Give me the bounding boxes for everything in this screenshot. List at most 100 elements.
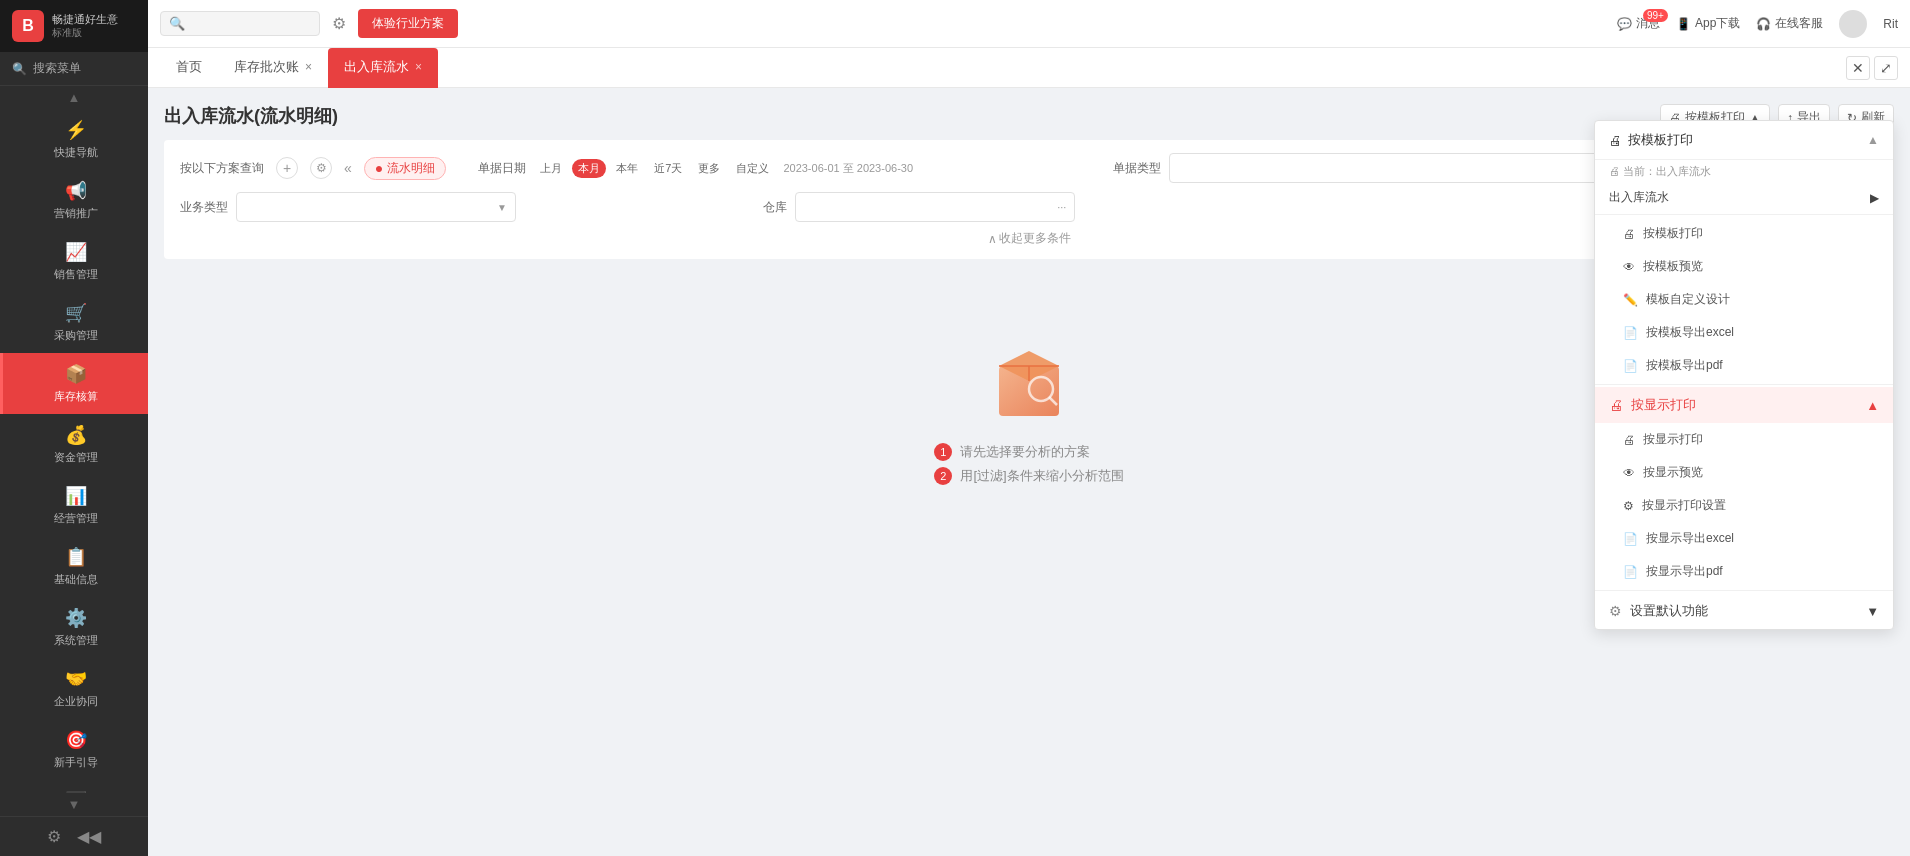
display-print-section[interactable]: 🖨 按显示打印 ▲ bbox=[1595, 387, 1893, 423]
sidebar-item-marketing[interactable]: 📢 营销推广 bbox=[0, 170, 148, 231]
sidebar-item-finance[interactable]: 💰 资金管理 bbox=[0, 414, 148, 475]
settings-bottom-icon[interactable]: ⚙ bbox=[47, 827, 61, 846]
collapse-sidebar-icon[interactable]: ◀◀ bbox=[77, 827, 101, 846]
step-text-1: 请先选择要分析的方案 bbox=[960, 443, 1090, 461]
sidebar-item-system[interactable]: ⚙️ 系统管理 bbox=[0, 597, 148, 658]
date-filter-label: 单据日期 bbox=[478, 160, 526, 177]
main-content: 🔍 ⚙ 体验行业方案 💬 消息 99+ 📱 App下载 🎧 在线客服 Rit bbox=[148, 0, 1910, 856]
filter-tag-label: 流水明细 bbox=[387, 160, 435, 177]
business-type-dropdown[interactable]: ▼ bbox=[236, 192, 516, 222]
template-print-item[interactable]: 🖨 按模板打印 bbox=[1595, 217, 1893, 250]
date-shortcut-prev-month[interactable]: 上月 bbox=[534, 159, 568, 178]
sidebar-item-guide[interactable]: 🎯 新手引导 bbox=[0, 719, 148, 780]
topbar-service-btn[interactable]: 🎧 在线客服 bbox=[1756, 15, 1823, 32]
template-custom-item[interactable]: ✏️ 模板自定义设计 bbox=[1595, 283, 1893, 316]
message-icon: 💬 bbox=[1617, 17, 1632, 31]
date-shortcut-7days[interactable]: 近7天 bbox=[648, 159, 688, 178]
sidebar-item-label: 基础信息 bbox=[54, 572, 98, 587]
date-shortcut-more[interactable]: 更多 bbox=[692, 159, 726, 178]
sidebar-item-inventory[interactable]: 📦 库存核算 bbox=[0, 353, 148, 414]
tab-home[interactable]: 首页 bbox=[160, 48, 218, 88]
sidebar-scroll-up[interactable]: ▲ bbox=[0, 86, 148, 109]
preview-icon-1: 👁 bbox=[1623, 260, 1635, 274]
print-dropdown-panel: 🖨 按模板打印 ▲ 🖨 当前：出入库流水 出入库流水 ▶ bbox=[1594, 120, 1894, 630]
date-shortcuts: 上月 本月 本年 近7天 更多 自定义 bbox=[534, 159, 775, 178]
template-export-excel-item[interactable]: 📄 按模板导出excel bbox=[1595, 316, 1893, 349]
date-shortcut-custom[interactable]: 自定义 bbox=[730, 159, 775, 178]
date-shortcut-this-year[interactable]: 本年 bbox=[610, 159, 644, 178]
sidebar-item-collab[interactable]: 🤝 企业协同 bbox=[0, 658, 148, 719]
set-default-item[interactable]: ⚙ 设置默认功能 ▼ bbox=[1595, 593, 1893, 629]
warehouse-more-btn[interactable]: ··· bbox=[1057, 201, 1066, 213]
display-preview-item[interactable]: 👁 按显示预览 bbox=[1595, 456, 1893, 489]
sidebar-item-label: 系统管理 bbox=[54, 633, 98, 648]
warehouse-dropdown[interactable]: ··· bbox=[795, 192, 1075, 222]
display-export-pdf-item[interactable]: 📄 按显示导出pdf bbox=[1595, 555, 1893, 588]
current-icon: 🖨 bbox=[1609, 165, 1620, 177]
display-print-item[interactable]: 🖨 按显示打印 bbox=[1595, 423, 1893, 456]
user-avatar[interactable] bbox=[1839, 10, 1867, 38]
chevron-up-icon-2: ▲ bbox=[1866, 398, 1879, 413]
filter-collapse-button[interactable]: « bbox=[344, 160, 352, 176]
page-title: 出入库流水(流水明细) bbox=[164, 104, 338, 128]
topbar-message-btn[interactable]: 💬 消息 99+ bbox=[1617, 15, 1660, 32]
topbar-search-input[interactable] bbox=[189, 17, 289, 31]
sidebar-item-purchase[interactable]: 🛒 采购管理 bbox=[0, 292, 148, 353]
tab-flow-close[interactable]: × bbox=[415, 60, 422, 74]
sidebar-item-label: 采购管理 bbox=[54, 328, 98, 343]
tab-batch-close[interactable]: × bbox=[305, 60, 312, 74]
date-range-display: 2023-06-01 至 2023-06-30 bbox=[783, 161, 913, 176]
trial-button[interactable]: 体验行业方案 bbox=[358, 9, 458, 38]
collapse-conditions-btn[interactable]: ∧ 收起更多条件 bbox=[988, 230, 1071, 247]
topbar-search-icon: 🔍 bbox=[169, 16, 185, 31]
filter-settings-button[interactable]: ⚙ bbox=[310, 157, 332, 179]
sidebar-item-label: 快捷导航 bbox=[54, 145, 98, 160]
dropdown-collapse-icon[interactable]: ▲ bbox=[1867, 133, 1879, 147]
sidebar-bottom: ⚙ ◀◀ bbox=[0, 816, 148, 856]
topbar-search-box[interactable]: 🔍 bbox=[160, 11, 320, 36]
tab-close-all-btn[interactable]: ✕ bbox=[1846, 56, 1870, 80]
sales-icon: 📈 bbox=[65, 241, 87, 263]
system-icon: ⚙️ bbox=[65, 607, 87, 629]
filter-add-button[interactable]: + bbox=[276, 157, 298, 179]
app-icon: 📱 bbox=[1676, 17, 1691, 31]
excel-icon-1: 📄 bbox=[1623, 326, 1638, 340]
topbar-gear-icon[interactable]: ⚙ bbox=[328, 10, 350, 37]
topbar-app-btn[interactable]: 📱 App下载 bbox=[1676, 15, 1740, 32]
sidebar-item-label: 库存核算 bbox=[54, 389, 98, 404]
sidebar-item-operations[interactable]: 📊 经营管理 bbox=[0, 475, 148, 536]
template-export-pdf-item[interactable]: 📄 按模板导出pdf bbox=[1595, 349, 1893, 382]
empty-step-2: 2 用[过滤]条件来缩小分析范围 bbox=[934, 467, 1123, 485]
filter-active-tag[interactable]: ● 流水明细 bbox=[364, 157, 446, 180]
sidebar-item-app-center[interactable]: 🔲 应用中心 bbox=[0, 780, 148, 793]
business-type-arrow: ▼ bbox=[497, 202, 507, 213]
filter-tag-dot: ● bbox=[375, 160, 383, 176]
sidebar-scroll-down[interactable]: ▼ bbox=[0, 793, 148, 816]
set-default-icon: ⚙ bbox=[1609, 603, 1622, 619]
display-export-excel-item[interactable]: 📄 按显示导出excel bbox=[1595, 522, 1893, 555]
date-shortcut-this-month[interactable]: 本月 bbox=[572, 159, 606, 178]
service-label: 在线客服 bbox=[1775, 15, 1823, 32]
collapse-left-icon: « bbox=[344, 160, 352, 176]
template-preview-item[interactable]: 👁 按模板预览 bbox=[1595, 250, 1893, 283]
display-pdf-icon: 📄 bbox=[1623, 565, 1638, 579]
sidebar-item-sales[interactable]: 📈 销售管理 bbox=[0, 231, 148, 292]
empty-step-1: 1 请先选择要分析的方案 bbox=[934, 443, 1123, 461]
tabs-bar: 首页 库存批次账 × 出入库流水 × ✕ ⤢ bbox=[148, 48, 1910, 88]
step-text-2: 用[过滤]条件来缩小分析范围 bbox=[960, 467, 1123, 485]
sidebar-item-quick-nav[interactable]: ⚡ 快捷导航 bbox=[0, 109, 148, 170]
display-preview-icon: 👁 bbox=[1623, 466, 1635, 480]
tab-flow[interactable]: 出入库流水 × bbox=[328, 48, 438, 88]
doc-type-label: 单据类型 bbox=[1113, 160, 1161, 177]
sidebar-nav: ⚡ 快捷导航 📢 营销推广 📈 销售管理 🛒 采购管理 📦 库存核算 💰 资金管… bbox=[0, 109, 148, 793]
display-print-settings-item[interactable]: ⚙ 按显示打印设置 bbox=[1595, 489, 1893, 522]
tab-batch[interactable]: 库存批次账 × bbox=[218, 48, 328, 88]
sidebar-search-item[interactable]: 🔍 搜索菜单 bbox=[0, 52, 148, 86]
sidebar-item-basic[interactable]: 📋 基础信息 bbox=[0, 536, 148, 597]
divider-2 bbox=[1595, 384, 1893, 385]
tab-maximize-btn[interactable]: ⤢ bbox=[1874, 56, 1898, 80]
logo-sub: 标准版 bbox=[52, 26, 118, 40]
current-item[interactable]: 出入库流水 ▶ bbox=[1595, 183, 1893, 212]
topbar-right: 💬 消息 99+ 📱 App下载 🎧 在线客服 Rit bbox=[1617, 10, 1898, 38]
sidebar: B 畅捷通好生意 标准版 🔍 搜索菜单 ▲ ⚡ 快捷导航 📢 营销推广 📈 销售… bbox=[0, 0, 148, 856]
